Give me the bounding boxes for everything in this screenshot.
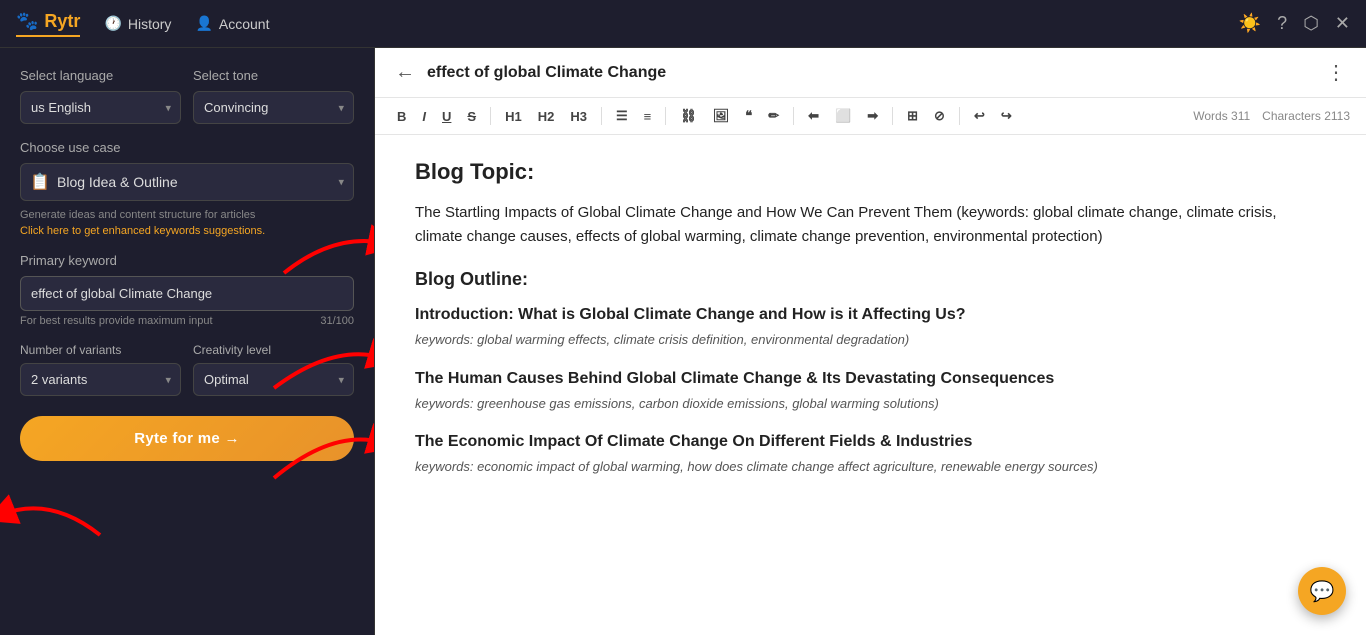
clear-format-button[interactable]: ⊘ (928, 104, 951, 128)
document-title: effect of global Climate Change (427, 64, 1314, 82)
keywords-suggestions-link[interactable]: Click here to get enhanced keywords sugg… (20, 225, 354, 237)
blog-topic-heading: Blog Topic: (415, 159, 1326, 185)
ryte-for-me-button[interactable]: Ryte for me → (20, 416, 354, 461)
language-select-wrapper: us English ▾ (20, 91, 181, 124)
account-nav-item[interactable]: 👤 Account (195, 15, 269, 32)
keyword-hint-text: For best results provide maximum input (20, 315, 213, 327)
language-label: Select language (20, 68, 181, 83)
align-center-button[interactable]: ⬜ (829, 104, 857, 128)
section-heading-1: Introduction: What is Global Climate Cha… (415, 306, 1326, 324)
variants-select-wrapper: 2 variants ▾ (20, 363, 181, 396)
use-case-select-wrapper: 📋 Blog Idea & Outline ▾ (20, 163, 354, 201)
toolbar-separator-6 (959, 107, 960, 125)
history-label: History (128, 16, 172, 32)
align-right-button[interactable]: ➡ (861, 104, 884, 128)
top-navigation: 🐾 Rytr 🕐 History 👤 Account ☀️ ? ⬡ ✕ (0, 0, 1366, 48)
main-layout: Select language us English ▾ Select tone… (0, 48, 1366, 635)
toolbar-separator-5 (892, 107, 893, 125)
h3-button[interactable]: H3 (564, 105, 593, 128)
align-left-button[interactable]: ⬅ (802, 104, 825, 128)
creativity-label: Creativity level (193, 343, 354, 357)
pen-button[interactable]: ✏ (762, 104, 785, 128)
toolbar-separator-1 (490, 107, 491, 125)
section-keywords-2: keywords: greenhouse gas emissions, carb… (415, 394, 1326, 414)
section-heading-3: The Economic Impact Of Climate Change On… (415, 433, 1326, 451)
word-char-count: Words 311 Characters 2113 (1193, 109, 1350, 123)
content-header: ← effect of global Climate Change ⋮ (375, 48, 1366, 98)
variants-group: Number of variants 2 variants ▾ (20, 343, 181, 396)
tone-label: Select tone (193, 68, 354, 83)
keyword-count: 31/100 (320, 315, 354, 327)
close-icon[interactable]: ✕ (1335, 13, 1350, 34)
account-icon: 👤 (195, 15, 212, 32)
sidebar: Select language us English ▾ Select tone… (0, 48, 375, 635)
use-case-select[interactable]: Blog Idea & Outline (20, 163, 354, 201)
underline-button[interactable]: U (436, 105, 457, 128)
arrow-decoration-4 (0, 465, 110, 545)
word-count: Words 311 (1193, 109, 1250, 123)
topnav-right-icons: ☀️ ? ⬡ ✕ (1239, 13, 1350, 34)
logo-emoji: 🐾 (16, 11, 38, 32)
ordered-list-button[interactable]: ≡ (638, 105, 658, 128)
blog-use-case-icon: 📋 (30, 172, 50, 192)
back-button[interactable]: ← (395, 61, 415, 84)
toolbar-separator-2 (601, 107, 602, 125)
more-options-button[interactable]: ⋮ (1326, 60, 1346, 85)
tone-select-wrapper: Convincing ▾ (193, 91, 354, 124)
variants-select[interactable]: 2 variants (20, 363, 181, 396)
h2-button[interactable]: H2 (532, 105, 561, 128)
creativity-select[interactable]: Optimal (193, 363, 354, 396)
section-keywords-1: keywords: global warming effects, climat… (415, 330, 1326, 350)
redo-button[interactable]: ↪ (995, 104, 1018, 128)
sun-icon[interactable]: ☀️ (1239, 13, 1261, 34)
toolbar-separator-3 (665, 107, 666, 125)
content-area: ← effect of global Climate Change ⋮ B I … (375, 48, 1366, 635)
char-count: Characters 2113 (1262, 109, 1350, 123)
italic-button[interactable]: I (416, 105, 432, 128)
blog-topic-text: The Startling Impacts of Global Climate … (415, 201, 1326, 249)
creativity-group: Creativity level Optimal ▾ (193, 343, 354, 396)
expand-icon[interactable]: ⬡ (1303, 13, 1319, 34)
chat-button[interactable]: 💬 (1298, 567, 1346, 615)
app-logo[interactable]: 🐾 Rytr (16, 11, 80, 37)
history-icon: 🕐 (104, 15, 121, 32)
strikethrough-button[interactable]: S (461, 105, 482, 128)
account-label: Account (219, 16, 270, 32)
help-icon[interactable]: ? (1277, 13, 1287, 34)
bullet-list-button[interactable]: ☰ (610, 104, 634, 128)
language-select[interactable]: us English (20, 91, 181, 124)
variants-creativity-row: Number of variants 2 variants ▾ Creativi… (20, 343, 354, 396)
section-keywords-3: keywords: economic impact of global warm… (415, 457, 1326, 477)
use-case-chevron-icon: ▾ (338, 176, 344, 189)
use-case-label: Choose use case (20, 140, 354, 155)
h1-button[interactable]: H1 (499, 105, 528, 128)
keyword-hint-row: For best results provide maximum input 3… (20, 315, 354, 327)
image-button[interactable]: 🖼 (707, 104, 736, 128)
editor-toolbar: B I U S H1 H2 H3 ☰ ≡ ⛓ 🖼 ❝ ✏ ⬅ ⬜ ➡ ⊞ ⊘ ↩… (375, 98, 1366, 135)
tone-select[interactable]: Convincing (193, 91, 354, 124)
section-heading-2: The Human Causes Behind Global Climate C… (415, 370, 1326, 388)
bold-button[interactable]: B (391, 105, 412, 128)
table-button[interactable]: ⊞ (901, 104, 924, 128)
primary-keyword-input[interactable] (20, 276, 354, 311)
quote-button[interactable]: ❝ (739, 104, 758, 128)
undo-button[interactable]: ↩ (968, 104, 991, 128)
editor-content: Blog Topic: The Startling Impacts of Glo… (375, 135, 1366, 635)
primary-keyword-label: Primary keyword (20, 253, 354, 268)
variants-label: Number of variants (20, 343, 181, 357)
blog-outline-heading: Blog Outline: (415, 269, 1326, 290)
creativity-select-wrapper: Optimal ▾ (193, 363, 354, 396)
use-case-description: Generate ideas and content structure for… (20, 209, 354, 221)
toolbar-separator-4 (793, 107, 794, 125)
link-button[interactable]: ⛓ (674, 104, 703, 128)
history-nav-item[interactable]: 🕐 History (104, 15, 171, 32)
logo-text: Rytr (44, 11, 80, 32)
